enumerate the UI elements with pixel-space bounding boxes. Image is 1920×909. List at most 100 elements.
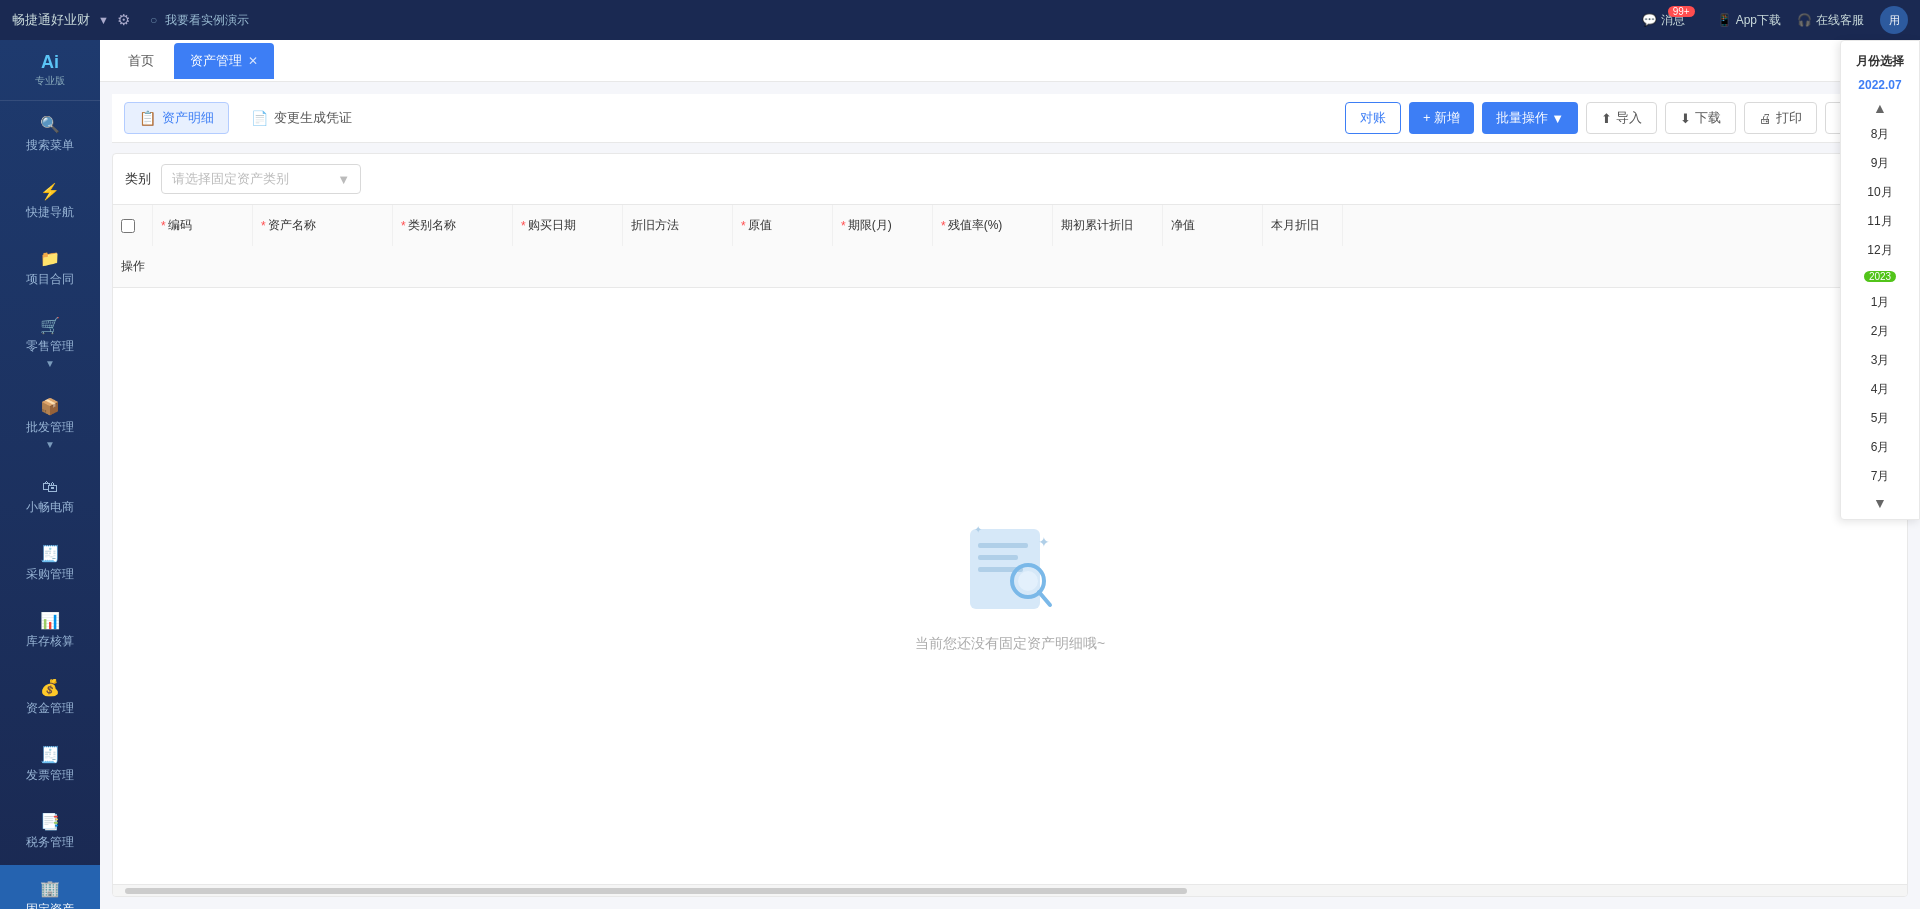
table-header: * 编码 * 资产名称 * 类别名称 * 购买日 [113, 205, 1907, 288]
category-filter-select[interactable]: 请选择固定资产类别 ▼ [161, 164, 361, 194]
sidebar-item-ecommerce[interactable]: 🛍 小畅电商 [0, 464, 100, 530]
filter-arrow-icon: ▼ [337, 172, 350, 187]
page-main-content: 📋 资产明细 📄 变更生成凭证 对账 + 新增 批量操作 ▼ [100, 82, 1920, 909]
sidebar-logo: Ai 专业版 [0, 40, 100, 101]
tab-close-btn[interactable]: ✕ [248, 54, 258, 68]
sidebar-label-quicknav: 快捷导航 [26, 204, 74, 221]
th-code: * 编码 [153, 205, 253, 246]
empty-illustration: ✦ ✦ [950, 519, 1070, 619]
download-label: 下载 [1695, 109, 1721, 127]
th-name: * 资产名称 [253, 205, 393, 246]
filter-bar: 类别 请选择固定资产类别 ▼ [113, 154, 1907, 205]
month-3[interactable]: 3月 [1841, 346, 1919, 375]
sidebar-item-tax[interactable]: 📑 税务管理 [0, 798, 100, 865]
import-label: 导入 [1616, 109, 1642, 127]
app-download-label: App下载 [1736, 12, 1781, 29]
month-9[interactable]: 9月 [1841, 149, 1919, 178]
batch-btn[interactable]: 批量操作 ▼ [1482, 102, 1578, 134]
month-8[interactable]: 8月 [1841, 120, 1919, 149]
user-avatar[interactable]: 用 [1880, 6, 1908, 34]
sidebar-label-retail: 零售管理 [26, 338, 74, 355]
sidebar-item-fixed-assets[interactable]: 🏢 固定资产 [0, 865, 100, 909]
month-picker-down-btn[interactable]: ▼ [1869, 493, 1891, 513]
month-11[interactable]: 11月 [1841, 207, 1919, 236]
import-btn[interactable]: ⬆ 导入 [1586, 102, 1657, 134]
select-all-checkbox[interactable] [121, 219, 135, 233]
sidebar-label-project: 项目合同 [26, 271, 74, 288]
tab-asset-management[interactable]: 资产管理 ✕ [174, 43, 274, 79]
print-btn[interactable]: 🖨 打印 [1744, 102, 1817, 134]
th-period: * 期限(月) [833, 205, 933, 246]
fixed-assets-icon: 🏢 [40, 879, 60, 898]
month-6[interactable]: 6月 [1841, 433, 1919, 462]
th-net-value: 净值 [1163, 205, 1263, 246]
sidebar-label-invoice: 发票管理 [26, 767, 74, 784]
th-category: * 类别名称 [393, 205, 513, 246]
main-layout: Ai 专业版 🔍 搜索菜单 ⚡ 快捷导航 📁 项目合同 🛒 零售管理 ▼ [0, 40, 1920, 909]
th-code-label: 编码 [168, 217, 192, 234]
message-btn[interactable]: 💬 消息 99+ [1642, 12, 1685, 29]
detail-tab-icon: 📋 [139, 110, 156, 126]
month-5[interactable]: 5月 [1841, 404, 1919, 433]
sidebar-item-inventory[interactable]: 📊 库存核算 [0, 597, 100, 664]
reconcile-btn[interactable]: 对账 [1345, 102, 1401, 134]
download-icon: ⬇ [1680, 111, 1691, 126]
tab-home[interactable]: 首页 [112, 43, 170, 79]
tax-icon: 📑 [40, 812, 60, 831]
download-btn[interactable]: ⬇ 下载 [1665, 102, 1736, 134]
action-bar: 📋 资产明细 📄 变更生成凭证 对账 + 新增 批量操作 ▼ [112, 94, 1908, 143]
sidebar-item-search[interactable]: 🔍 搜索菜单 [0, 101, 100, 168]
month-4[interactable]: 4月 [1841, 375, 1919, 404]
demo-label[interactable]: 我要看实例演示 [165, 12, 249, 29]
svg-line-6 [1039, 592, 1050, 605]
th-original-value: * 原值 [733, 205, 833, 246]
demo-icon: ○ [150, 13, 157, 27]
company-name: 畅捷通好业财 [12, 11, 90, 29]
online-service-btn[interactable]: 🎧 在线客服 [1797, 12, 1864, 29]
th-name-required: * [261, 219, 266, 233]
headset-icon: 🎧 [1797, 13, 1812, 27]
message-badge: 99+ [1668, 6, 1695, 17]
sidebar-item-finance[interactable]: 💰 资金管理 [0, 664, 100, 731]
filter-label: 类别 [125, 170, 151, 188]
sidebar-item-project[interactable]: 📁 项目合同 [0, 235, 100, 302]
add-btn[interactable]: + 新增 [1409, 102, 1474, 134]
sidebar-label-wholesale: 批发管理 [26, 419, 74, 436]
retail-icon: 🛒 [40, 316, 60, 335]
sidebar-item-quicknav[interactable]: ⚡ 快捷导航 [0, 168, 100, 235]
print-icon: 🖨 [1759, 111, 1772, 126]
month-7[interactable]: 7月 [1841, 462, 1919, 491]
th-operation: 操作 [113, 246, 153, 287]
company-dropdown[interactable]: ▼ [98, 14, 109, 26]
app-download-btn[interactable]: 📱 App下载 [1717, 12, 1781, 29]
header-right: 💬 消息 99+ 📱 App下载 🎧 在线客服 用 [1642, 6, 1908, 34]
batch-arrow-icon: ▼ [1551, 111, 1564, 126]
sidebar-item-purchase[interactable]: 🧾 采购管理 [0, 530, 100, 597]
th-period-required: * [841, 219, 846, 233]
month-12[interactable]: 12月 [1841, 236, 1919, 265]
sub-tab-voucher[interactable]: 📄 变更生成凭证 [237, 103, 366, 133]
svg-point-5 [1018, 571, 1038, 591]
month-2[interactable]: 2月 [1841, 317, 1919, 346]
empty-text: 当前您还没有固定资产明细哦~ [915, 635, 1105, 653]
year-2023-marker[interactable]: 2023 [1841, 265, 1919, 288]
sidebar-label-purchase: 采购管理 [26, 566, 74, 583]
th-period-label: 期限(月) [848, 217, 892, 234]
svg-rect-2 [978, 555, 1018, 560]
sidebar-label-inventory: 库存核算 [26, 633, 74, 650]
month-picker-panel: 月份选择 2022.07 ▲ 8月 9月 10月 11月 12月 2023 [1840, 40, 1920, 520]
month-1[interactable]: 1月 [1841, 288, 1919, 317]
th-checkbox [113, 205, 153, 246]
month-picker-up-btn[interactable]: ▲ [1869, 98, 1891, 118]
sidebar: Ai 专业版 🔍 搜索菜单 ⚡ 快捷导航 📁 项目合同 🛒 零售管理 ▼ [0, 40, 100, 909]
online-service-label: 在线客服 [1816, 12, 1864, 29]
sidebar-item-retail[interactable]: 🛒 零售管理 ▼ [0, 302, 100, 383]
wholesale-arrow: ▼ [45, 439, 55, 450]
month-10[interactable]: 10月 [1841, 178, 1919, 207]
sidebar-item-invoice[interactable]: 🧾 发票管理 [0, 731, 100, 798]
sidebar-item-wholesale[interactable]: 📦 批发管理 ▼ [0, 383, 100, 464]
horizontal-scrollbar[interactable] [125, 888, 1187, 894]
sub-tab-detail[interactable]: 📋 资产明细 [124, 102, 229, 134]
settings-icon[interactable]: ⚙ [117, 11, 130, 29]
th-category-required: * [401, 219, 406, 233]
